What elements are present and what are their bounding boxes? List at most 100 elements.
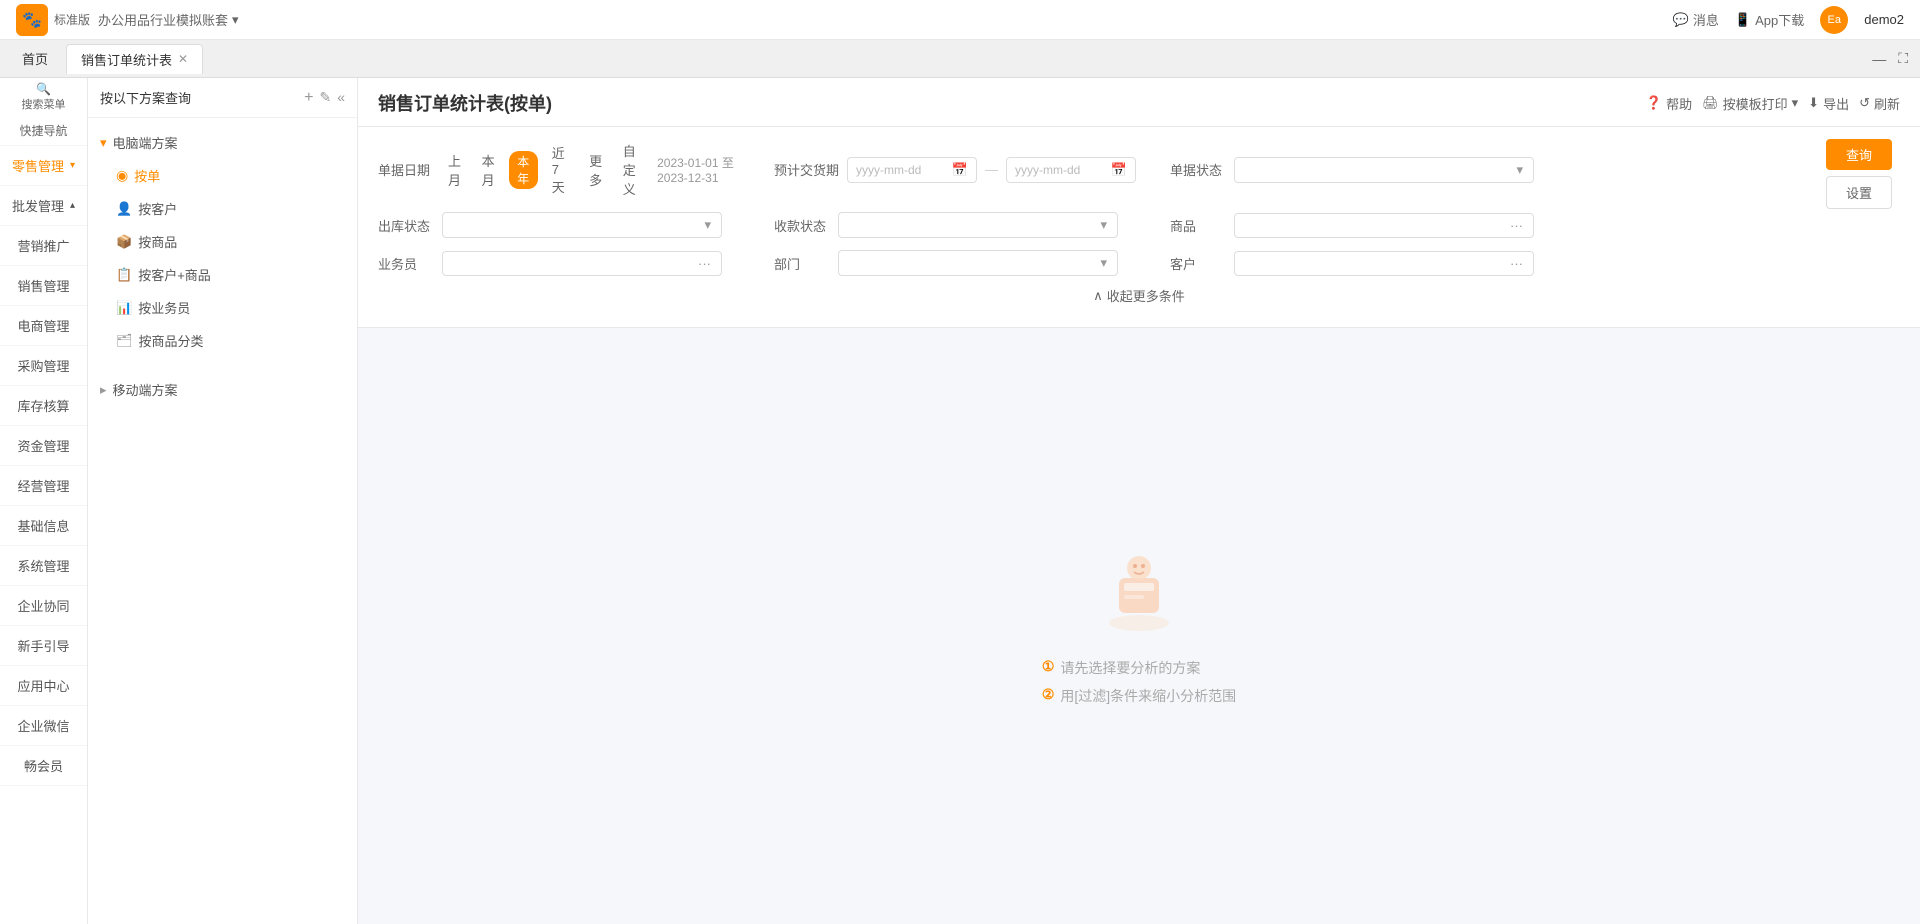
tab-home[interactable]: 首页 xyxy=(8,44,62,74)
out-status-dropdown-icon: ▾ xyxy=(704,217,711,233)
receive-status-col: 收款状态 ▾ xyxy=(774,212,1154,238)
app-title: 标准版 xyxy=(54,11,90,28)
query-button[interactable]: 查询 xyxy=(1826,139,1892,170)
scheme-item-by-salesperson[interactable]: 📊 按业务员 xyxy=(88,291,357,324)
tab-sales-summary[interactable]: 销售订单统计表 ✕ xyxy=(66,44,203,74)
scheme-parent-mobile-label: 移动端方案 xyxy=(113,380,178,399)
goods-ellipsis-icon[interactable]: ··· xyxy=(1510,218,1523,233)
avatar[interactable]: Ea xyxy=(1820,6,1848,34)
app-dropdown[interactable]: 办公用品行业模拟账套 ▾ xyxy=(98,10,239,29)
collapse-up-icon: ∧ xyxy=(1093,288,1103,304)
sidebar-item-ecommerce[interactable]: 电商管理 xyxy=(0,306,87,346)
customer-ellipsis-icon[interactable]: ··· xyxy=(1510,256,1523,271)
date-option-this-month[interactable]: 本月 xyxy=(476,149,502,191)
refresh-button[interactable]: ↺ 刷新 xyxy=(1859,94,1900,113)
collapse-panel-button[interactable]: « xyxy=(337,89,345,107)
date-option-7days[interactable]: 近7天 xyxy=(546,141,575,198)
sidebar-item-finance[interactable]: 资金管理 xyxy=(0,426,87,466)
sidebar-item-beginner[interactable]: 新手引导 xyxy=(0,626,87,666)
expected-date-col: 预计交货期 yyyy-mm-dd 📅 — yyyy-mm-dd 📅 xyxy=(774,157,1154,183)
expected-date-start[interactable]: yyyy-mm-dd 📅 xyxy=(847,157,977,183)
out-status-select[interactable]: ▾ xyxy=(442,212,722,238)
empty-hint-1: ① 请先选择要分析的方案 xyxy=(1042,658,1236,678)
sidebar-item-wholesale-label: 批发管理 xyxy=(12,196,64,215)
help-button[interactable]: ❓ 帮助 xyxy=(1646,94,1692,113)
sidebar-item-wechat[interactable]: 企业微信 xyxy=(0,706,87,746)
receive-status-select[interactable]: ▾ xyxy=(838,212,1118,238)
sidebar-item-system-label: 系统管理 xyxy=(17,556,69,575)
scheme-item-by-order[interactable]: ◉ 按单 xyxy=(88,159,357,192)
sidebar-item-retail[interactable]: 零售管理 ▾ xyxy=(0,146,87,186)
tab-maximize-button[interactable]: ⛶ xyxy=(1894,46,1912,71)
message-action[interactable]: 💬 消息 xyxy=(1673,10,1719,29)
left-panel-actions: + ✎ « xyxy=(304,89,345,107)
expected-date-end[interactable]: yyyy-mm-dd 📅 xyxy=(1006,157,1136,183)
customer-input[interactable]: ··· xyxy=(1234,251,1534,276)
sidebar-item-sales-label: 销售管理 xyxy=(17,276,69,295)
single-status-col: 单据状态 ▾ xyxy=(1170,157,1826,183)
app-icon: 📱 xyxy=(1735,12,1751,28)
sidebar-item-basic-info-label: 基础信息 xyxy=(17,516,69,535)
app-dropdown-label: 办公用品行业模拟账套 xyxy=(98,10,228,29)
sidebar-item-wholesale[interactable]: 批发管理 ▴ xyxy=(0,186,87,226)
right-panel: 销售订单统计表(按单) ❓ 帮助 🖨 按模板打印 ▾ ⬇ xyxy=(358,78,1920,924)
scheme-item-by-goods[interactable]: 📦 按商品 xyxy=(88,225,357,258)
user-name: demo2 xyxy=(1864,12,1904,27)
scheme-parent-mobile[interactable]: ▸ 移动端方案 xyxy=(88,373,357,406)
sidebar-search-label: 搜索菜单 xyxy=(4,96,83,112)
empty-illustration xyxy=(1089,538,1189,638)
goods-input[interactable]: ··· xyxy=(1234,213,1534,238)
print-button[interactable]: 🖨 按模板打印 ▾ xyxy=(1702,94,1798,113)
chevron-down-icon: ▾ xyxy=(232,12,239,28)
collapse-button[interactable]: ∧ 收起更多条件 xyxy=(1093,286,1185,305)
app-download-action[interactable]: 📱 App下载 xyxy=(1735,10,1804,29)
single-status-select[interactable]: ▾ xyxy=(1234,157,1534,183)
combo-icon: 📋 xyxy=(116,267,132,283)
date-option-more[interactable]: 更多 xyxy=(583,149,609,191)
date-range-text: 2023-01-01 至 2023-12-31 xyxy=(657,154,758,185)
sidebar-quick-nav[interactable]: 快捷导航 xyxy=(0,116,87,146)
scheme-parent-pc[interactable]: ▾ 电脑端方案 xyxy=(88,126,357,159)
chart-icon: 📊 xyxy=(116,300,132,316)
sidebar-item-purchase[interactable]: 采购管理 xyxy=(0,346,87,386)
sidebar-item-system[interactable]: 系统管理 xyxy=(0,546,87,586)
sidebar-item-sales[interactable]: 销售管理 xyxy=(0,266,87,306)
date-divider: — xyxy=(985,162,998,177)
sidebar-item-inventory[interactable]: 库存核算 xyxy=(0,386,87,426)
calendar-icon-2: 📅 xyxy=(1111,162,1127,178)
department-select[interactable]: ▾ xyxy=(838,250,1118,276)
sidebar-search-button[interactable]: 🔍 搜索菜单 xyxy=(0,78,87,116)
person-icon: 👤 xyxy=(116,201,132,217)
page-title: 销售订单统计表(按单) xyxy=(378,90,552,116)
setting-button[interactable]: 设置 xyxy=(1826,176,1892,209)
scheme-item-label: 按单 xyxy=(134,166,160,185)
tab-minimize-button[interactable]: — xyxy=(1868,46,1890,71)
sidebar-item-basic-info[interactable]: 基础信息 xyxy=(0,506,87,546)
date-option-custom[interactable]: 自定义 xyxy=(617,139,649,200)
chevron-up-icon: ▴ xyxy=(70,200,75,211)
sidebar-item-marketing[interactable]: 营销推广 xyxy=(0,226,87,266)
date-option-last-month[interactable]: 上月 xyxy=(442,149,468,191)
tab-bar-actions: — ⛶ xyxy=(1868,46,1912,71)
edit-scheme-button[interactable]: ✎ xyxy=(319,89,331,107)
goods-icon: 📦 xyxy=(116,234,132,250)
business-input[interactable]: ··· xyxy=(442,251,722,276)
sidebar-item-enterprise[interactable]: 企业协同 xyxy=(0,586,87,626)
empty-state: ① 请先选择要分析的方案 ② 用[过滤]条件来缩小分析范围 xyxy=(358,328,1920,924)
sidebar-item-beginner-label: 新手引导 xyxy=(17,636,69,655)
scheme-item-by-customer-goods[interactable]: 📋 按客户+商品 xyxy=(88,258,357,291)
sidebar-item-operations[interactable]: 经营管理 xyxy=(0,466,87,506)
date-option-this-year[interactable]: 本年 xyxy=(509,151,538,189)
scheme-item-by-category[interactable]: 🗂 按商品分类 xyxy=(88,324,357,357)
content-area: 按以下方案查询 + ✎ « ▾ 电脑端方案 ◉ 按单 xyxy=(88,78,1920,924)
sidebar-item-member[interactable]: 畅会员 xyxy=(0,746,87,786)
filter-row-1: 单据日期 上月 本月 本年 近7天 更多 自定义 xyxy=(378,139,1826,200)
business-ellipsis-icon[interactable]: ··· xyxy=(698,256,711,271)
export-button[interactable]: ⬇ 导出 xyxy=(1808,94,1849,113)
sidebar-item-app-center[interactable]: 应用中心 xyxy=(0,666,87,706)
add-scheme-button[interactable]: + xyxy=(304,89,313,107)
filter-row-1-wrapper: 单据日期 上月 本月 本年 近7天 更多 自定义 xyxy=(378,139,1900,276)
tab-close-icon[interactable]: ✕ xyxy=(178,52,188,66)
scheme-item-by-customer[interactable]: 👤 按客户 xyxy=(88,192,357,225)
sidebar: 🔍 搜索菜单 快捷导航 零售管理 ▾ 批发管理 ▴ 营销推广 销售管理 电商管理 xyxy=(0,78,88,924)
